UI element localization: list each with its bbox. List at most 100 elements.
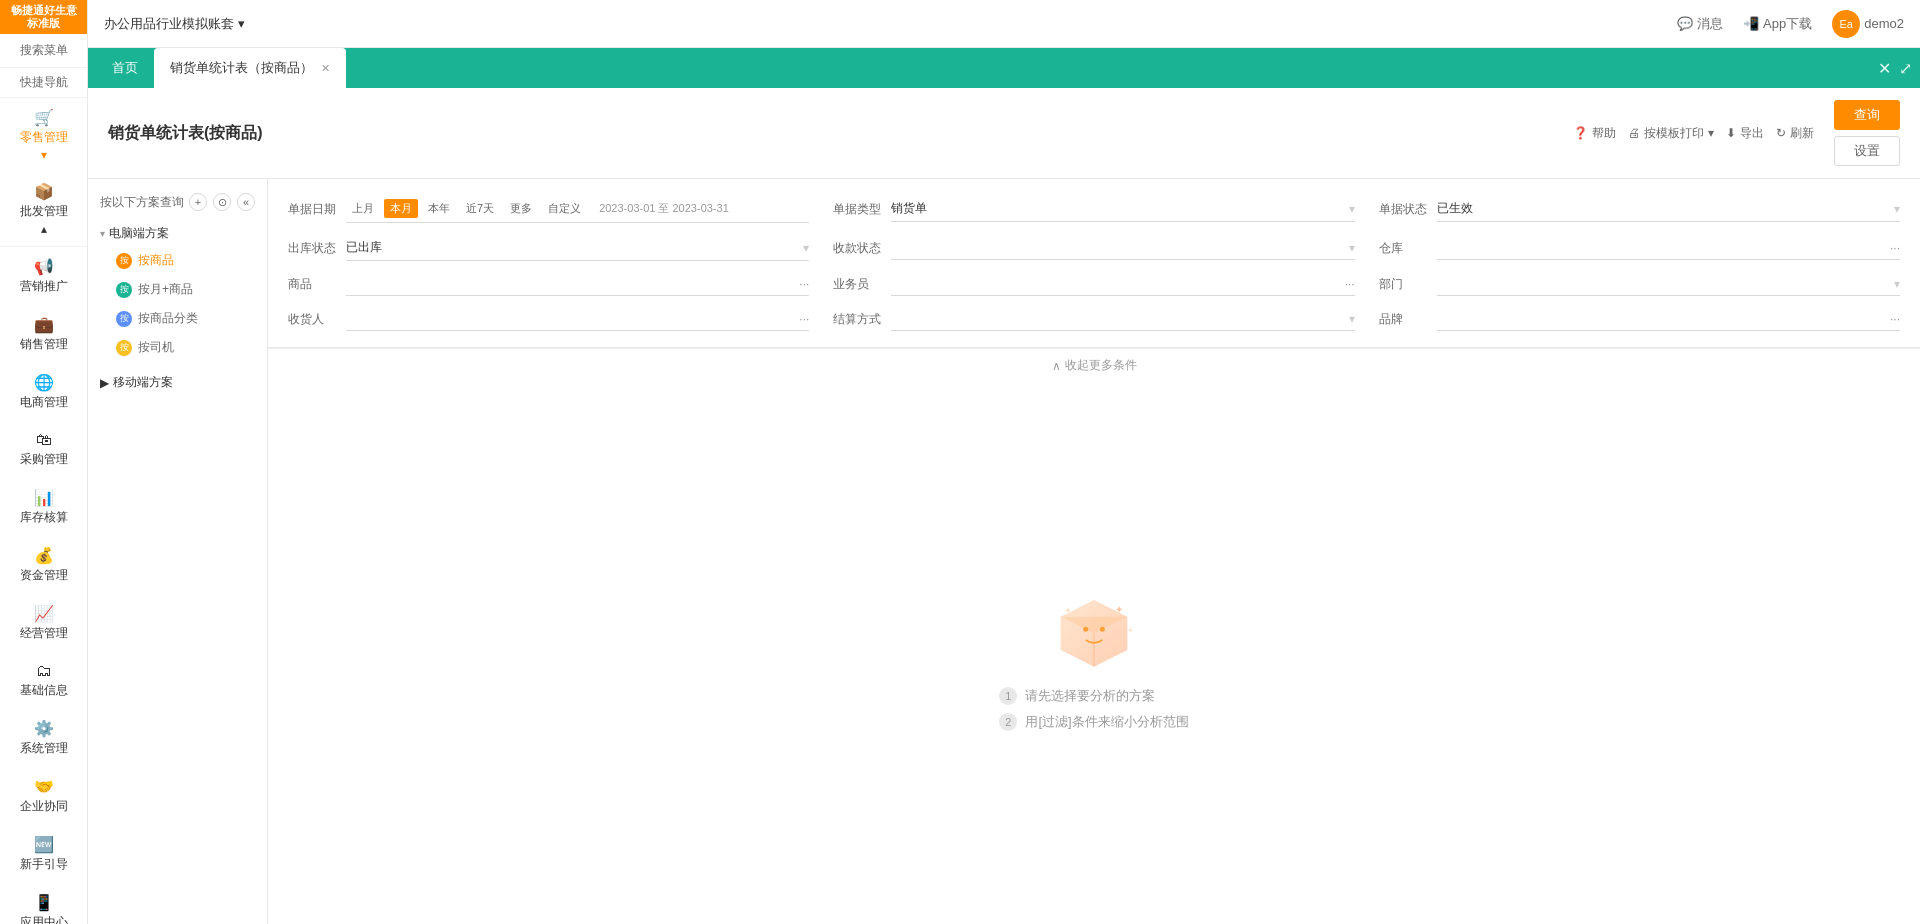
help-btn[interactable]: ❓ 帮助 bbox=[1573, 125, 1616, 142]
filter-label-department: 部门 bbox=[1379, 276, 1429, 293]
svg-point-4 bbox=[1100, 627, 1105, 632]
recipient-dots-icon[interactable]: ··· bbox=[799, 312, 809, 326]
scheme-panel: 按以下方案查询 + ⊙ « ▾ 电脑端方案 按 按商品 bbox=[88, 179, 268, 924]
scheme-section-mobile-header[interactable]: ▶ 移动端方案 bbox=[88, 370, 267, 395]
refresh-btn[interactable]: ↻ 刷新 bbox=[1776, 125, 1814, 142]
filter-control-brand: ··· bbox=[1437, 308, 1900, 331]
sidebar-item-sales-label: 销售管理 bbox=[20, 336, 68, 353]
tip-num-1: 1 bbox=[999, 687, 1017, 705]
sidebar-item-cooperation[interactable]: 🤝 企业协同 bbox=[0, 767, 87, 825]
department-dropdown-icon[interactable]: ▾ bbox=[1894, 277, 1900, 291]
sidebar-item-wholesale[interactable]: 📦 批发管理 ▴ bbox=[0, 172, 87, 246]
payment-status-dropdown-icon[interactable]: ▾ bbox=[1349, 241, 1355, 255]
scheme-item-driver-label: 按司机 bbox=[138, 339, 174, 356]
tab-expand-btn[interactable]: ⤢ bbox=[1899, 59, 1912, 78]
tab-home[interactable]: 首页 bbox=[96, 48, 154, 88]
warehouse-dots-icon[interactable]: ··· bbox=[1890, 241, 1900, 255]
settings-button[interactable]: 设置 bbox=[1834, 136, 1900, 166]
refresh-icon: ↻ bbox=[1776, 126, 1786, 140]
scheme-desktop-arrow: ▾ bbox=[100, 228, 105, 239]
sidebar-item-basics-label: 基础信息 bbox=[20, 682, 68, 699]
industry-selector[interactable]: 办公用品行业模拟账套 ▾ bbox=[104, 15, 245, 33]
sidebar-item-marketing[interactable]: 📢 营销推广 bbox=[0, 247, 87, 305]
filter-area: 单据日期 上月 本月 本年 近7天 更多 自定义 20 bbox=[268, 179, 1920, 348]
sidebar-item-retail[interactable]: 🛒 零售管理 ▾ bbox=[0, 98, 87, 172]
print-icon: 🖨 bbox=[1628, 126, 1640, 140]
filter-control-recipient: ··· bbox=[346, 308, 809, 331]
ecommerce-icon: 🌐 bbox=[34, 373, 54, 392]
payment-method-dropdown-icon[interactable]: ▾ bbox=[1349, 312, 1355, 326]
message-btn[interactable]: 💬 消息 bbox=[1677, 15, 1723, 33]
date-tab-thisyear[interactable]: 本年 bbox=[422, 199, 456, 218]
app-download-label: App下载 bbox=[1763, 15, 1812, 33]
tab-close-all-btn[interactable]: ✕ bbox=[1878, 59, 1891, 78]
sidebar-item-finance[interactable]: 💰 资金管理 bbox=[0, 536, 87, 594]
app-logo-subtext: 标准版 bbox=[27, 17, 60, 30]
sidebar-item-sales[interactable]: 💼 销售管理 bbox=[0, 305, 87, 363]
filter-label-date: 单据日期 bbox=[288, 201, 338, 218]
scheme-add-icon[interactable]: + bbox=[189, 193, 207, 211]
sidebar-item-appstore[interactable]: 📱 应用中心 bbox=[0, 883, 87, 924]
sidebar-item-finance-label: 资金管理 bbox=[20, 567, 68, 584]
date-tab-thismonth[interactable]: 本月 bbox=[384, 199, 418, 218]
scheme-section-desktop: ▾ 电脑端方案 按 按商品 按 按月+商品 按 按商品分类 bbox=[88, 217, 267, 366]
print-btn[interactable]: 🖨 按模板打印 ▾ bbox=[1628, 125, 1714, 142]
filter-control-payment-status: ▾ bbox=[891, 237, 1354, 260]
filter-item-salesperson: 业务员 ··· bbox=[833, 273, 1354, 296]
sidebar-quick-nav[interactable]: 快捷导航 bbox=[0, 68, 87, 98]
export-btn[interactable]: ⬇ 导出 bbox=[1726, 125, 1764, 142]
download-icon: 📲 bbox=[1743, 16, 1759, 31]
sidebar-item-inventory[interactable]: 📊 库存核算 bbox=[0, 478, 87, 536]
expand-icon-wholesale: ▴ bbox=[41, 222, 47, 236]
app-download-btn[interactable]: 📲 App下载 bbox=[1743, 15, 1812, 33]
filter-label-payment-method: 结算方式 bbox=[833, 311, 883, 328]
tab-close-icon[interactable]: ✕ bbox=[321, 62, 330, 75]
scheme-item-by-driver[interactable]: 按 按司机 bbox=[88, 333, 267, 362]
tab-sales-stats[interactable]: 销货单统计表（按商品） ✕ bbox=[154, 48, 346, 88]
stock-status-dropdown-icon[interactable]: ▾ bbox=[803, 241, 809, 255]
scheme-desktop-label: 电脑端方案 bbox=[109, 225, 169, 242]
date-tab-custom[interactable]: 自定义 bbox=[542, 199, 587, 218]
sidebar-item-basics[interactable]: 🗂 基础信息 bbox=[0, 652, 87, 709]
sidebar-item-marketing-label: 营销推广 bbox=[20, 278, 68, 295]
sidebar-search[interactable]: 搜索菜单 bbox=[0, 34, 87, 68]
doc-status-dropdown-icon[interactable]: ▾ bbox=[1894, 202, 1900, 216]
sidebar-item-purchase[interactable]: 🛍 采购管理 bbox=[0, 421, 87, 478]
scheme-item-icon-month: 按 bbox=[116, 282, 132, 298]
page-header: 销货单统计表(按商品) ❓ 帮助 🖨 按模板打印 ▾ ⬇ 导出 ↻ 刷新 bbox=[88, 88, 1920, 179]
scheme-item-by-category[interactable]: 按 按商品分类 bbox=[88, 304, 267, 333]
sidebar-item-ecommerce[interactable]: 🌐 电商管理 bbox=[0, 363, 87, 421]
svg-point-3 bbox=[1083, 627, 1088, 632]
sidebar-item-purchase-label: 采购管理 bbox=[20, 451, 68, 468]
scheme-item-by-product[interactable]: 按 按商品 bbox=[88, 246, 267, 275]
doc-type-dropdown-icon[interactable]: ▾ bbox=[1349, 202, 1355, 216]
sidebar-item-system[interactable]: ⚙️ 系统管理 bbox=[0, 709, 87, 767]
topbar: 办公用品行业模拟账套 ▾ 💬 消息 📲 App下载 Ea demo2 bbox=[88, 0, 1920, 48]
filter-value-stock-status: 已出库 bbox=[346, 239, 799, 256]
sidebar-item-cooperation-label: 企业协同 bbox=[20, 798, 68, 815]
collapse-btn[interactable]: ∧ 收起更多条件 bbox=[268, 348, 1920, 382]
scheme-item-by-month-product[interactable]: 按 按月+商品 bbox=[88, 275, 267, 304]
query-button[interactable]: 查询 bbox=[1834, 100, 1900, 130]
filter-label-doc-type: 单据类型 bbox=[833, 201, 883, 218]
scheme-item-month-label: 按月+商品 bbox=[138, 281, 193, 298]
sidebar-item-operations[interactable]: 📈 经营管理 bbox=[0, 594, 87, 652]
expand-icon-retail: ▾ bbox=[41, 148, 47, 162]
product-dots-icon[interactable]: ··· bbox=[799, 277, 809, 291]
scheme-collapse-icon[interactable]: « bbox=[237, 193, 255, 211]
sidebar: 畅捷通好生意 标准版 搜索菜单 快捷导航 🛒 零售管理 ▾ 📦 批发管理 ▴ 📢… bbox=[0, 0, 88, 924]
scheme-settings-icon[interactable]: ⊙ bbox=[213, 193, 231, 211]
filter-label-payment-status: 收款状态 bbox=[833, 240, 883, 257]
tip-num-2: 2 bbox=[999, 713, 1017, 731]
operations-icon: 📈 bbox=[34, 604, 54, 623]
date-tab-more[interactable]: 更多 bbox=[504, 199, 538, 218]
brand-dots-icon[interactable]: ··· bbox=[1890, 312, 1900, 326]
salesperson-dots-icon[interactable]: ··· bbox=[1345, 277, 1355, 291]
date-tab-7days[interactable]: 近7天 bbox=[460, 199, 500, 218]
topbar-left: 办公用品行业模拟账套 ▾ bbox=[104, 15, 245, 33]
user-profile[interactable]: Ea demo2 bbox=[1832, 10, 1904, 38]
sidebar-item-guide[interactable]: 🆕 新手引导 bbox=[0, 825, 87, 883]
scheme-mobile-label: 移动端方案 bbox=[113, 374, 173, 391]
scheme-section-desktop-header[interactable]: ▾ 电脑端方案 bbox=[88, 221, 267, 246]
date-tab-lastmonth[interactable]: 上月 bbox=[346, 199, 380, 218]
